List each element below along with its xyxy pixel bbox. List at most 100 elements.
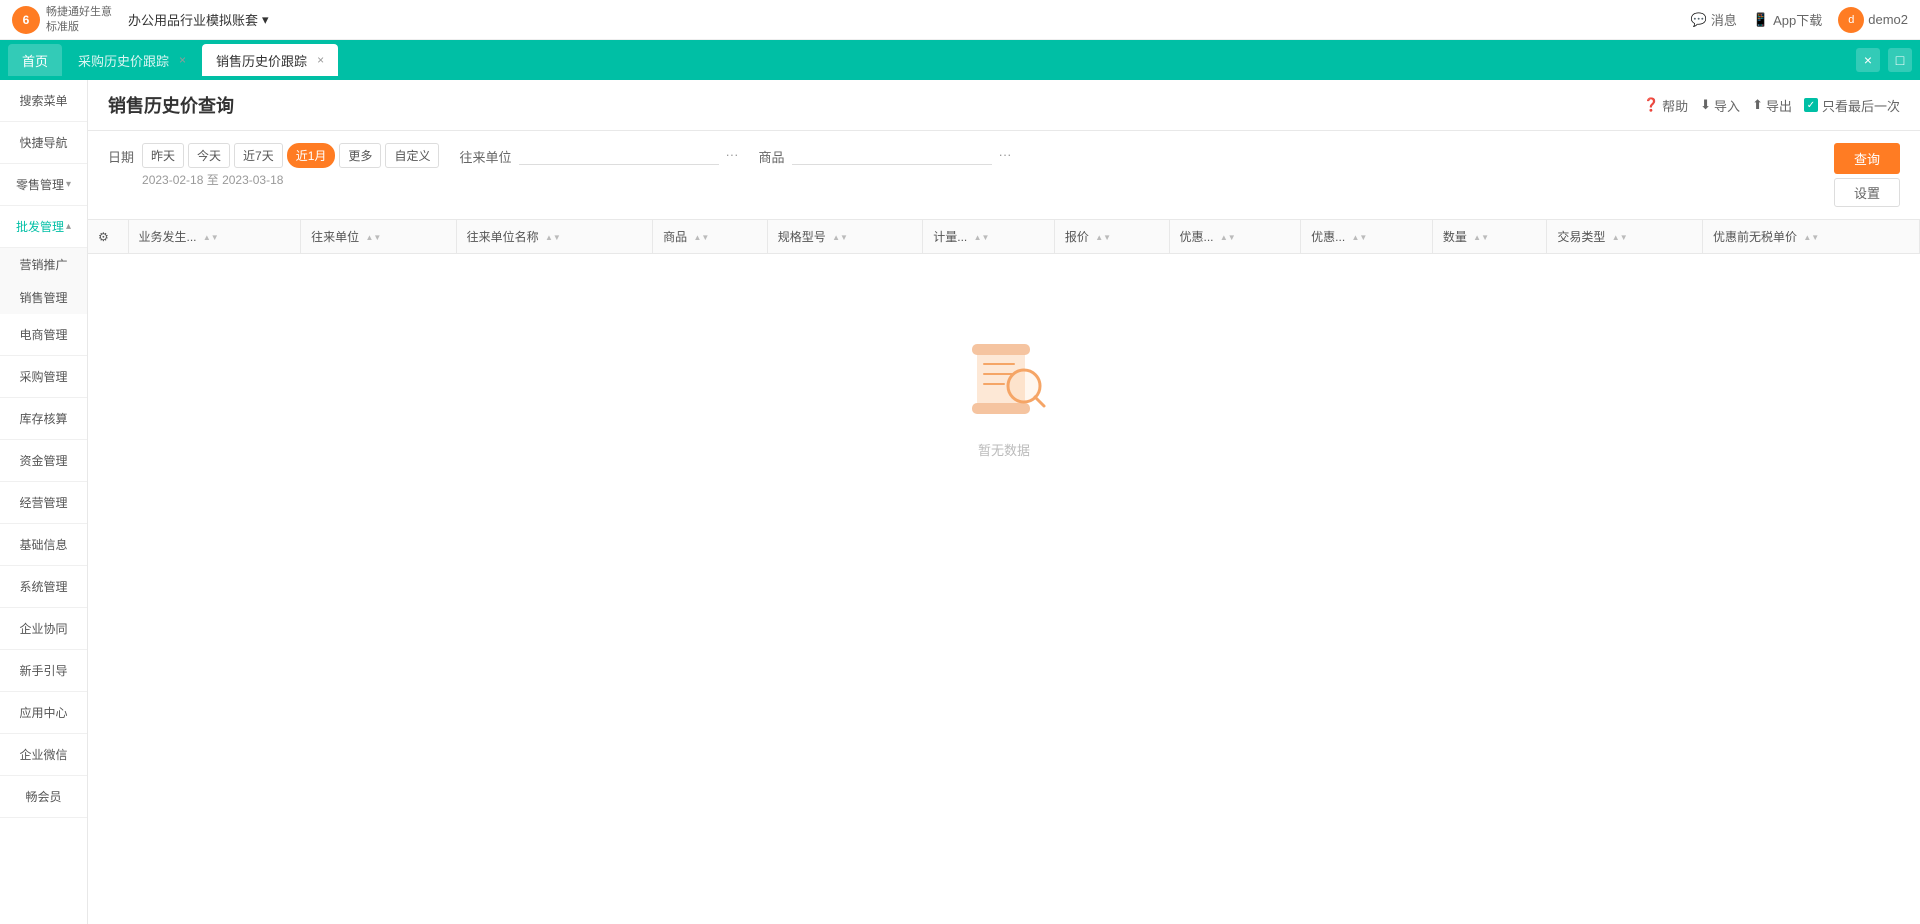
message-icon: 💬 <box>1691 12 1707 28</box>
close-sales-tab-button[interactable]: × <box>317 53 324 67</box>
sort-icon: ▲▼ <box>974 234 990 242</box>
sidebar-item-wholesale[interactable]: 批发管理 ▴ <box>0 206 87 248</box>
close-window-button[interactable]: × <box>1856 48 1880 72</box>
filter-settings-button[interactable]: 设置 <box>1834 178 1900 207</box>
tab-purchase-history[interactable]: 采购历史价跟踪 × <box>64 44 200 76</box>
sort-icon: ▲▼ <box>545 234 561 242</box>
import-button[interactable]: ⬇ 导入 <box>1700 96 1740 115</box>
sidebar-item-inventory[interactable]: 库存核算 <box>0 398 87 440</box>
top-bar: 6 畅捷通好生意 标准版 办公用品行业模拟账套 ▾ 💬 消息 📱 App下载 d… <box>0 0 1920 40</box>
col-quantity[interactable]: 数量 ▲▼ <box>1432 220 1547 254</box>
sidebar-item-wechat[interactable]: 企业微信 <box>0 734 87 776</box>
date-filter-label: 日期 <box>108 143 134 166</box>
app-selector[interactable]: 办公用品行业模拟账套 ▾ <box>120 10 277 29</box>
sort-icon: ▲▼ <box>832 234 848 242</box>
chevron-down-icon: ▾ <box>262 12 269 28</box>
date-btn-more[interactable]: 更多 <box>339 143 381 168</box>
col-biz-date[interactable]: 业务发生... ▲▼ <box>128 220 301 254</box>
product-input[interactable] <box>792 143 992 165</box>
sort-icon: ▲▼ <box>1473 234 1489 242</box>
tab-sales-history[interactable]: 销售历史价跟踪 × <box>202 44 338 76</box>
sort-icon: ▲▼ <box>693 234 709 242</box>
chevron-down-icon: ▾ <box>66 179 71 190</box>
col-partner-code[interactable]: 往来单位 ▲▼ <box>301 220 457 254</box>
avatar: d <box>1838 7 1864 33</box>
date-buttons: 昨天 今天 近7天 近1月 更多 自定义 <box>142 143 439 168</box>
date-btn-today[interactable]: 今天 <box>188 143 230 168</box>
partner-filter-group: 往来单位 ··· <box>459 143 738 166</box>
col-discount2[interactable]: 优惠... ▲▼ <box>1301 220 1433 254</box>
logo-icon: 6 <box>12 6 40 34</box>
data-table: ⚙ 业务发生... ▲▼ 往来单位 ▲▼ 往来单位名称 ▲ <box>88 220 1920 254</box>
partner-lookup-dots[interactable]: ··· <box>725 147 738 162</box>
maximize-window-button[interactable]: □ <box>1888 48 1912 72</box>
sidebar-item-appstore[interactable]: 应用中心 <box>0 692 87 734</box>
top-bar-left: 6 畅捷通好生意 标准版 办公用品行业模拟账套 ▾ <box>12 5 277 34</box>
query-button[interactable]: 查询 <box>1834 143 1900 174</box>
date-btn-7days[interactable]: 近7天 <box>234 143 283 168</box>
message-button[interactable]: 💬 消息 <box>1691 10 1737 29</box>
partner-input[interactable] <box>519 143 719 165</box>
sort-icon: ▲▼ <box>365 234 381 242</box>
date-options: 昨天 今天 近7天 近1月 更多 自定义 2023-02-18 至 2023-0… <box>142 143 439 188</box>
close-purchase-tab-button[interactable]: × <box>179 53 186 67</box>
product-filter-label: 商品 <box>758 143 784 166</box>
sidebar-item-retail[interactable]: 零售管理 ▾ <box>0 164 87 206</box>
date-btn-yesterday[interactable]: 昨天 <box>142 143 184 168</box>
page-header: 销售历史价查询 ❓ 帮助 ⬇ 导入 ⬆ 导出 <box>88 80 1920 131</box>
content-area: 销售历史价查询 ❓ 帮助 ⬇ 导入 ⬆ 导出 <box>88 80 1920 924</box>
sidebar-item-shortcut[interactable]: 快捷导航 <box>0 122 87 164</box>
logo-text: 畅捷通好生意 标准版 <box>46 5 112 34</box>
date-btn-1month[interactable]: 近1月 <box>287 143 336 168</box>
sidebar-item-operation[interactable]: 经营管理 <box>0 482 87 524</box>
partner-filter-label: 往来单位 <box>459 143 511 166</box>
checkbox-icon: ✓ <box>1804 98 1818 112</box>
sidebar-item-search[interactable]: 搜索菜单 <box>0 80 87 122</box>
sidebar-item-basic[interactable]: 基础信息 <box>0 524 87 566</box>
col-product[interactable]: 商品 ▲▼ <box>653 220 768 254</box>
sidebar-item-member[interactable]: 畅会员 <box>0 776 87 818</box>
table-settings-col[interactable]: ⚙ <box>88 220 128 254</box>
sidebar-item-guide[interactable]: 新手引导 <box>0 650 87 692</box>
col-unit[interactable]: 计量... ▲▼ <box>923 220 1055 254</box>
top-bar-right: 💬 消息 📱 App下载 d demo2 <box>1691 7 1908 33</box>
export-button[interactable]: ⬆ 导出 <box>1752 96 1792 115</box>
sidebar-item-finance[interactable]: 资金管理 <box>0 440 87 482</box>
col-trade-type[interactable]: 交易类型 ▲▼ <box>1547 220 1703 254</box>
sidebar-item-marketing[interactable]: 营销推广 <box>0 248 87 281</box>
tab-home[interactable]: 首页 <box>8 44 62 76</box>
col-spec[interactable]: 规格型号 ▲▼ <box>767 220 923 254</box>
sidebar-item-enterprise[interactable]: 企业协同 <box>0 608 87 650</box>
col-partner-name[interactable]: 往来单位名称 ▲▼ <box>456 220 652 254</box>
product-lookup-dots[interactable]: ··· <box>998 147 1011 162</box>
tab-window-actions: × □ <box>1856 48 1912 72</box>
col-quote[interactable]: 报价 ▲▼ <box>1054 220 1169 254</box>
empty-icon-svg <box>959 334 1049 424</box>
partner-input-group: ··· <box>519 143 738 165</box>
sidebar: 搜索菜单 快捷导航 零售管理 ▾ 批发管理 ▴ 营销推广 销售管理 电商管理 采… <box>0 80 88 924</box>
col-discount1[interactable]: 优惠... ▲▼ <box>1169 220 1301 254</box>
help-icon: ❓ <box>1643 97 1659 113</box>
filter-row: 日期 昨天 今天 近7天 近1月 更多 自定义 2023-02-18 至 202… <box>88 131 1920 220</box>
sort-icon: ▲▼ <box>1352 234 1368 242</box>
empty-state: 暂无数据 <box>88 254 1920 539</box>
col-pretax-price[interactable]: 优惠前无税单价 ▲▼ <box>1702 220 1919 254</box>
sort-icon: ▲▼ <box>1220 234 1236 242</box>
only-last-checkbox[interactable]: ✓ 只看最后一次 <box>1804 96 1900 115</box>
help-button[interactable]: ❓ 帮助 <box>1643 96 1688 115</box>
sort-icon: ▲▼ <box>1095 234 1111 242</box>
sidebar-item-system[interactable]: 系统管理 <box>0 566 87 608</box>
import-icon: ⬇ <box>1700 97 1711 113</box>
empty-text: 暂无数据 <box>978 440 1030 459</box>
page-actions: ❓ 帮助 ⬇ 导入 ⬆ 导出 ✓ 只看最后一次 <box>1643 96 1900 115</box>
product-filter-group: 商品 ··· <box>758 143 1011 166</box>
app-download-button[interactable]: 📱 App下载 <box>1753 10 1822 29</box>
sidebar-item-sales-mgmt[interactable]: 销售管理 <box>0 281 87 314</box>
export-icon: ⬆ <box>1752 97 1763 113</box>
sidebar-item-ecommerce[interactable]: 电商管理 <box>0 314 87 356</box>
sidebar-item-purchase[interactable]: 采购管理 <box>0 356 87 398</box>
date-btn-custom[interactable]: 自定义 <box>385 143 439 168</box>
user-menu[interactable]: d demo2 <box>1838 7 1908 33</box>
sort-icon: ▲▼ <box>1803 234 1819 242</box>
sort-icon: ▲▼ <box>203 234 219 242</box>
